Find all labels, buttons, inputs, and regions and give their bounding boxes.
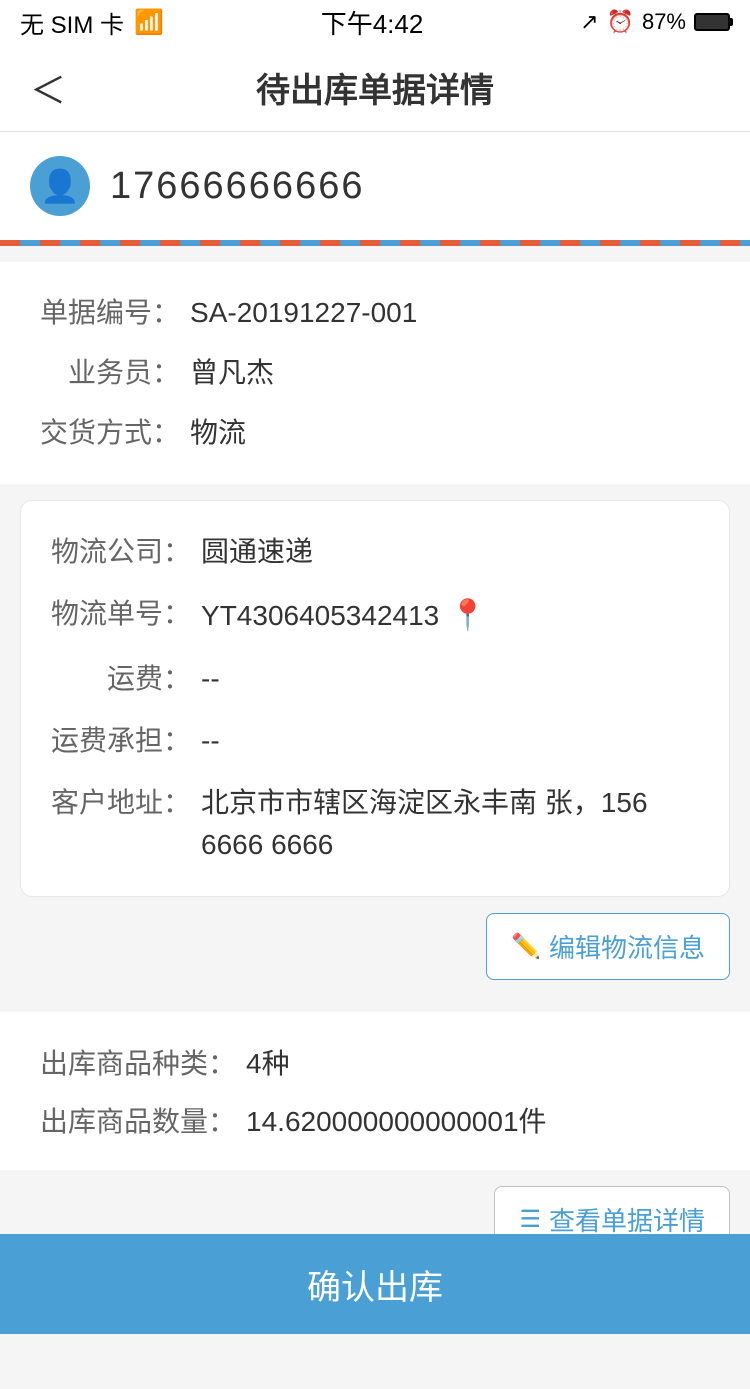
- delivery-row: 交货方式： 物流: [40, 412, 710, 454]
- edit-logistics-button[interactable]: ✏️ 编辑物流信息: [486, 913, 730, 980]
- freight-bearer-row: 运费承担： --: [51, 720, 699, 762]
- salesman-label: 业务员：: [40, 352, 180, 394]
- carrier-text: 无 SIM 卡: [20, 5, 124, 40]
- freight-row: 运费： --: [51, 658, 699, 700]
- customer-section: 👤 17666666666: [0, 132, 750, 240]
- nav-bar: ＜ 待出库单据详情: [0, 44, 750, 132]
- wifi-icon: 📶: [134, 8, 164, 37]
- goods-quantity-row: 出库商品数量： 14.620000000000001件: [40, 1100, 710, 1140]
- view-detail-label: 查看单据详情: [549, 1201, 705, 1238]
- freight-bearer-value: --: [201, 720, 699, 762]
- avatar: 👤: [30, 156, 90, 216]
- goods-quantity-label: 出库商品数量：: [40, 1100, 236, 1140]
- status-bar-right: ↗ ⏰ 87%: [580, 9, 730, 35]
- delivery-value: 物流: [190, 412, 710, 454]
- goods-quantity-value: 14.620000000000001件: [246, 1100, 547, 1140]
- goods-types-value: 4种: [246, 1042, 290, 1082]
- avatar-icon: 👤: [40, 167, 80, 205]
- doc-number-label: 单据编号：: [40, 292, 180, 334]
- address-row: 客户地址： 北京市市辖区海淀区永丰南 张，156 6666 6666: [51, 782, 699, 866]
- confirm-button[interactable]: 确认出库: [0, 1234, 750, 1334]
- spacer-1: [0, 246, 750, 262]
- freight-value: --: [201, 658, 699, 700]
- status-bar: 无 SIM 卡 📶 下午4:42 ↗ ⏰ 87%: [0, 0, 750, 44]
- doc-number-row: 单据编号： SA-20191227-001: [40, 292, 710, 334]
- goods-types-row: 出库商品种类： 4种: [40, 1042, 710, 1082]
- freight-bearer-label: 运费承担：: [51, 720, 191, 762]
- logistics-company-value: 圆通速递: [201, 531, 699, 573]
- delivery-label: 交货方式：: [40, 412, 180, 454]
- address-value: 北京市市辖区海淀区永丰南 张，156 6666 6666: [201, 782, 699, 866]
- goods-info-block: 出库商品种类： 4种 出库商品数量： 14.620000000000001件: [0, 1012, 750, 1170]
- doc-number-value: SA-20191227-001: [190, 292, 710, 334]
- customer-phone: 17666666666: [110, 165, 364, 208]
- logistics-company-label: 物流公司：: [51, 531, 191, 573]
- salesman-row: 业务员： 曾凡杰: [40, 352, 710, 394]
- battery-text: 87%: [642, 9, 686, 35]
- address-label: 客户地址：: [51, 782, 191, 824]
- freight-label: 运费：: [51, 658, 191, 700]
- alarm-icon: ⏰: [607, 9, 634, 35]
- tracking-number-row: 物流单号： YT4306405342413 📍: [51, 593, 699, 638]
- logistics-card: 物流公司： 圆通速递 物流单号： YT4306405342413 📍 运费： -…: [20, 500, 730, 897]
- tracking-number-value: YT4306405342413 📍: [201, 593, 699, 638]
- battery-icon: [694, 13, 730, 31]
- confirm-button-label: 确认出库: [307, 1260, 443, 1309]
- section-separator: [0, 996, 750, 1012]
- edit-icon: ✏️: [511, 932, 541, 961]
- map-pin-icon[interactable]: 📍: [449, 593, 486, 638]
- goods-types-label: 出库商品种类：: [40, 1042, 236, 1082]
- basic-info-block: 单据编号： SA-20191227-001 业务员： 曾凡杰 交货方式： 物流: [0, 262, 750, 484]
- edit-btn-row: ✏️ 编辑物流信息: [0, 913, 750, 980]
- salesman-value: 曾凡杰: [190, 352, 710, 394]
- tracking-number-label: 物流单号：: [51, 593, 191, 635]
- page-title: 待出库单据详情: [256, 63, 494, 112]
- back-button[interactable]: ＜: [30, 62, 66, 114]
- document-icon: ☰: [519, 1205, 541, 1234]
- location-service-icon: ↗: [580, 9, 598, 35]
- logistics-company-row: 物流公司： 圆通速递: [51, 531, 699, 573]
- status-bar-time: 下午4:42: [321, 4, 424, 41]
- content-area: 👤 17666666666 单据编号： SA-20191227-001 业务员：…: [0, 132, 750, 1389]
- edit-btn-label: 编辑物流信息: [549, 928, 705, 965]
- status-bar-left: 无 SIM 卡 📶: [20, 5, 164, 40]
